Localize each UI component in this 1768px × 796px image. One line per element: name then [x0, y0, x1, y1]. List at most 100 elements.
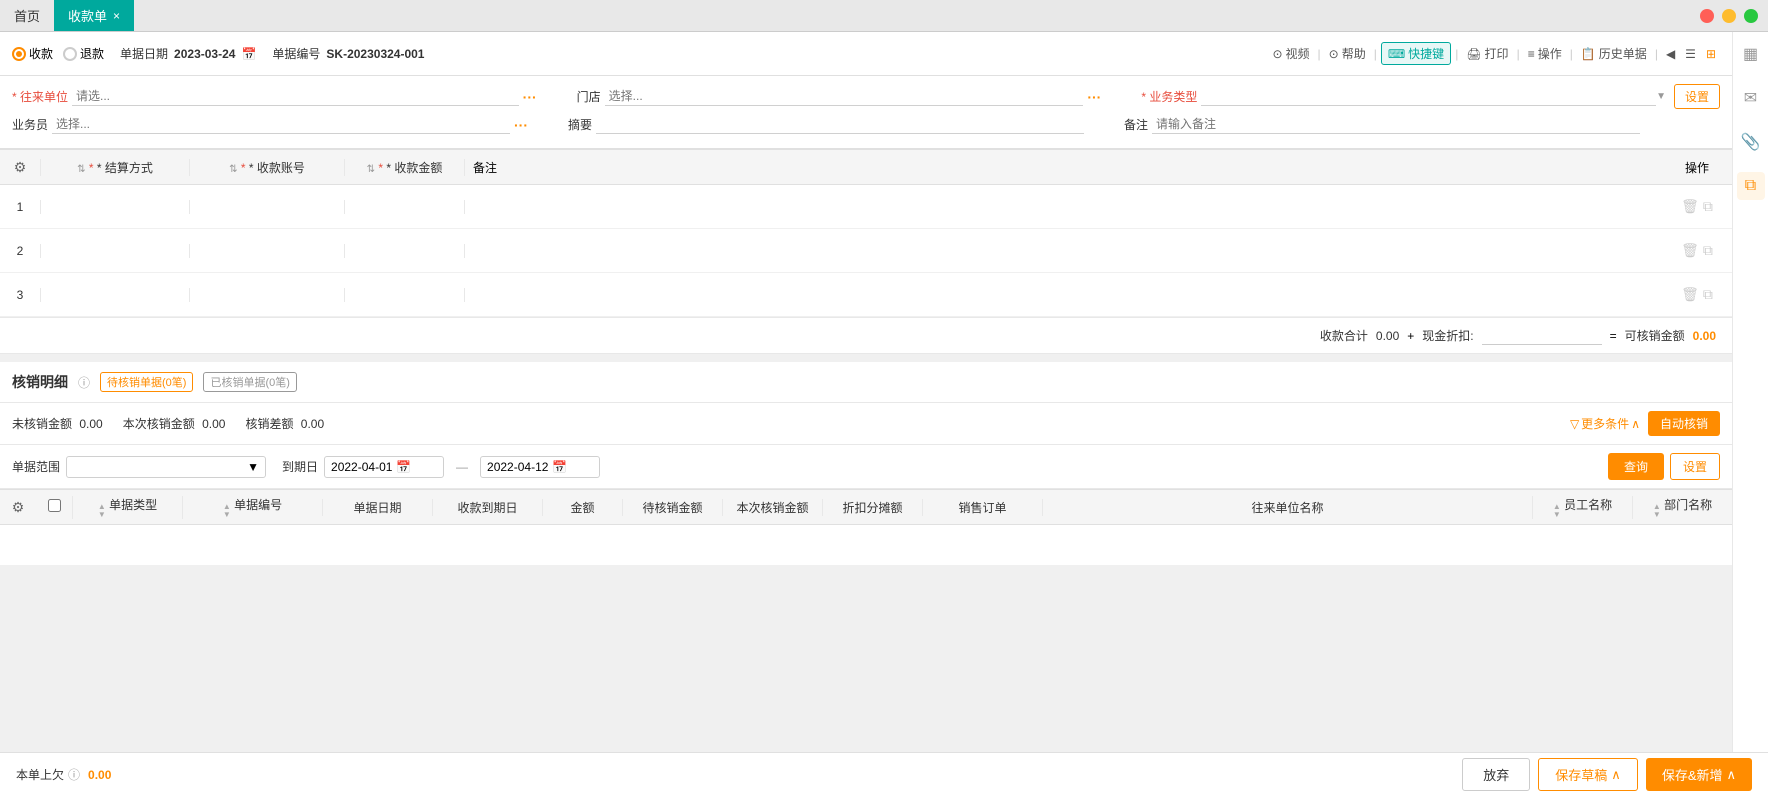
detail-table-body: [0, 525, 1732, 565]
company-input[interactable]: [72, 87, 519, 106]
form-row-1: * 往来单位 ··· 门店 ··· * 业务类型 预收款 ▼ 设置: [12, 84, 1720, 109]
row-1-settle[interactable]: [40, 200, 190, 214]
row-2-settle[interactable]: [40, 244, 190, 258]
calendar-icon[interactable]: 📅: [241, 47, 256, 61]
row-3-amount[interactable]: [345, 288, 465, 302]
detail-check-header[interactable]: [36, 499, 72, 515]
row-2-delete-icon[interactable]: 🗑: [1681, 242, 1699, 259]
row-3-remark[interactable]: [465, 288, 1662, 302]
draft-btn[interactable]: 保存草稿 ∧: [1538, 758, 1638, 791]
detail-table-header: ⚙ ▲▼ 单据类型 ▲▼ 单据编号 单据日期 收款到期日 金额: [0, 489, 1732, 525]
shortcut-btn[interactable]: ⌨ 快捷键: [1381, 42, 1451, 65]
stats-row: 未核销金额 0.00 本次核销金额 0.00 核销差额 0.00 ▽ 更多条件 …: [0, 403, 1732, 445]
operations-btn[interactable]: ≡ 操作: [1524, 43, 1566, 64]
tab-home[interactable]: 首页: [0, 0, 54, 31]
footer-info-icon[interactable]: ⓘ: [68, 766, 80, 783]
detail-num-header: ▲▼ 单据编号: [182, 496, 322, 519]
main-content: 收款 退款 单据日期 2023-03-24 📅 单据编号 SK-20230324…: [0, 32, 1732, 752]
detail-verify-header: 本次核销金额: [722, 499, 822, 516]
row-3-settle[interactable]: [40, 288, 190, 302]
done-btn[interactable]: 已核销单据(0笔): [203, 372, 296, 392]
row-1-delete-icon[interactable]: 🗑: [1681, 198, 1699, 215]
biz-type-field: * 业务类型 预收款 ▼: [1141, 87, 1666, 106]
help-btn[interactable]: ⊙ 帮助: [1325, 43, 1370, 64]
detail-duedate-header: 收款到期日: [432, 499, 542, 516]
row-num-3: 3: [0, 288, 40, 302]
biz-type-input[interactable]: 预收款: [1201, 87, 1656, 106]
section-header: 核销明细 ⓘ 待核销单据(0笔) 已核销单据(0笔): [0, 362, 1732, 403]
due-date-to[interactable]: 2022-04-12 📅: [480, 456, 600, 478]
sidebar-attachment-icon[interactable]: 📎: [1737, 128, 1765, 156]
row-2-copy-icon[interactable]: ⧉: [1703, 242, 1713, 259]
save-new-btn[interactable]: 保存&新增 ∧: [1646, 758, 1752, 791]
discount-input[interactable]: [1482, 326, 1602, 345]
layout-btn[interactable]: ☰: [1681, 45, 1700, 63]
sidebar-mail-icon[interactable]: ✉: [1737, 84, 1765, 112]
discard-btn[interactable]: 放弃: [1462, 758, 1530, 791]
table-row: 2 🗑 ⧉: [0, 229, 1732, 273]
radio-refund[interactable]: 退款: [63, 45, 104, 62]
stats-right: ▽ 更多条件 ∧ 自动核销: [1570, 411, 1720, 436]
tab-close-icon[interactable]: ×: [113, 9, 120, 23]
row-3-copy-icon[interactable]: ⧉: [1703, 286, 1713, 303]
query-btn[interactable]: 查询: [1608, 453, 1664, 480]
auto-verify-btn[interactable]: 自动核销: [1648, 411, 1720, 436]
detail-settings-btn[interactable]: 设置: [1670, 453, 1720, 480]
sidebar-table-icon[interactable]: ▦: [1737, 40, 1765, 68]
row-3-delete-icon[interactable]: 🗑: [1681, 286, 1699, 303]
biz-type-chevron[interactable]: ▼: [1656, 91, 1666, 102]
draft-chevron-icon[interactable]: ∧: [1611, 767, 1621, 783]
more-conditions-btn[interactable]: ▽ 更多条件 ∧: [1570, 415, 1640, 432]
win-close-btn[interactable]: [1700, 9, 1714, 23]
notes-input[interactable]: [1152, 115, 1640, 134]
row-3-action: 🗑 ⧉: [1662, 286, 1732, 303]
row-1-remark[interactable]: [465, 200, 1662, 214]
video-btn[interactable]: ⊙ 视频: [1268, 43, 1313, 64]
staff-input[interactable]: [52, 115, 510, 134]
info-icon[interactable]: ⓘ: [78, 374, 90, 391]
win-min-btn[interactable]: [1722, 9, 1736, 23]
store-input[interactable]: [605, 87, 1084, 106]
company-field: * 往来单位 ···: [12, 87, 537, 106]
row-1-copy-icon[interactable]: ⧉: [1703, 198, 1713, 215]
detail-gear-icon[interactable]: ⚙: [12, 499, 25, 515]
print-btn[interactable]: 🖨 打印: [1462, 43, 1512, 64]
staff-more-btn[interactable]: ···: [514, 117, 528, 133]
detail-discount-header: 折扣分摊额: [822, 499, 922, 516]
store-more-btn[interactable]: ···: [1087, 89, 1101, 105]
tab-receipt[interactable]: 收款单 ×: [54, 0, 134, 31]
form-area: * 往来单位 ··· 门店 ··· * 业务类型 预收款 ▼ 设置: [0, 76, 1732, 149]
table-row: 1 🗑 ⧉: [0, 185, 1732, 229]
pending-btn[interactable]: 待核销单据(0笔): [100, 372, 193, 392]
save-chevron-icon[interactable]: ∧: [1726, 767, 1736, 783]
verification-section: 核销明细 ⓘ 待核销单据(0笔) 已核销单据(0笔) 未核销金额 0.00 本次…: [0, 362, 1732, 565]
header-gear[interactable]: ⚙: [0, 159, 40, 176]
sidebar-screenshot-icon[interactable]: ⧉: [1737, 172, 1765, 200]
form-row-2: 业务员 ··· 摘要 备注: [12, 115, 1720, 134]
staff-field: 业务员 ···: [12, 115, 528, 134]
form-settings-btn[interactable]: 设置: [1674, 84, 1720, 109]
row-1-amount[interactable]: [345, 200, 465, 214]
calendar-from-icon[interactable]: 📅: [396, 460, 411, 474]
sum-row: 收款合计 0.00 + 现金折扣: = 可核销金额 0.00: [0, 317, 1732, 354]
range-select[interactable]: ▼: [66, 456, 266, 478]
nav-prev-btn[interactable]: ◀: [1662, 45, 1679, 63]
due-date-from[interactable]: 2022-04-01 📅: [324, 456, 444, 478]
footer-right: 放弃 保存草稿 ∧ 保存&新增 ∧: [1462, 758, 1752, 791]
radio-receipt[interactable]: 收款: [12, 45, 53, 62]
row-3-account[interactable]: [190, 288, 345, 302]
row-2-account[interactable]: [190, 244, 345, 258]
row-1-account[interactable]: [190, 200, 345, 214]
grid-btn[interactable]: ⊞: [1702, 45, 1720, 63]
company-more-btn[interactable]: ···: [523, 89, 537, 105]
history-btn[interactable]: 📋 历史单据: [1577, 43, 1651, 64]
select-all-checkbox[interactable]: [48, 499, 61, 512]
row-2-remark[interactable]: [465, 244, 1662, 258]
summary-input[interactable]: [596, 115, 1084, 134]
detail-staff-header: ▲▼ 员工名称: [1532, 496, 1632, 519]
calendar-to-icon[interactable]: 📅: [552, 460, 567, 474]
row-2-amount[interactable]: [345, 244, 465, 258]
detail-dept-header: ▲▼ 部门名称: [1632, 496, 1732, 519]
win-max-btn[interactable]: [1744, 9, 1758, 23]
detail-gear-header[interactable]: ⚙: [0, 499, 36, 516]
